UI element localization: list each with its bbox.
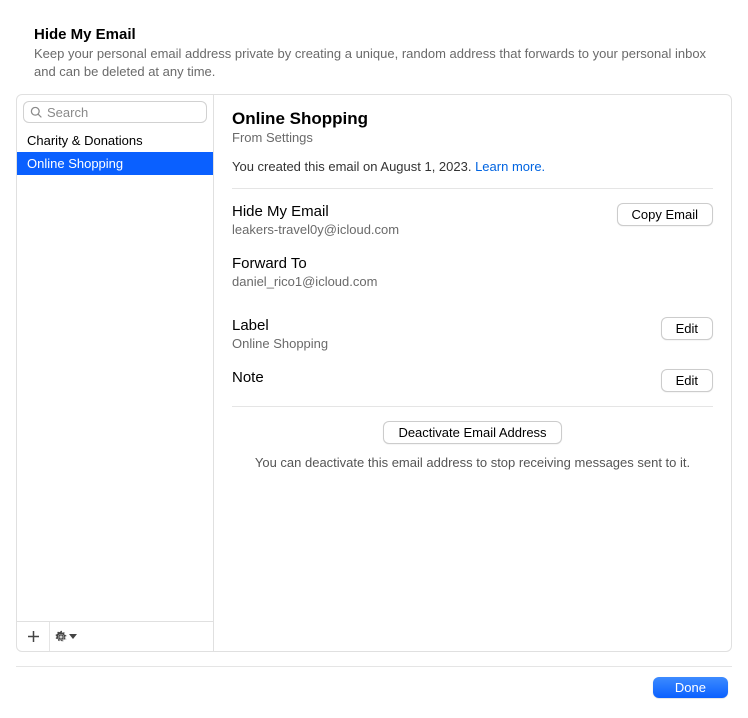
section-forward-to: Forward To daniel_rico1@icloud.com <box>232 251 713 303</box>
learn-more-link[interactable]: Learn more. <box>475 159 545 174</box>
alias-email-value: leakers-travel0y@icloud.com <box>232 222 399 237</box>
window-header: Hide My Email Keep your personal email a… <box>16 14 732 88</box>
edit-label-button[interactable]: Edit <box>661 317 713 340</box>
section-note: Note Edit <box>232 365 713 406</box>
section-info: Forward To daniel_rico1@icloud.com <box>232 255 377 289</box>
sidebar-footer <box>17 621 213 651</box>
field-label: Forward To <box>232 255 377 272</box>
list-item-charity-donations[interactable]: Charity & Donations <box>17 129 213 152</box>
window-footer: Done <box>16 666 732 702</box>
done-button[interactable]: Done <box>653 677 728 698</box>
section-hide-my-email: Hide My Email leakers-travel0y@icloud.co… <box>232 189 713 251</box>
label-value: Online Shopping <box>232 336 328 351</box>
edit-note-button[interactable]: Edit <box>661 369 713 392</box>
search-input[interactable] <box>47 105 200 120</box>
copy-email-button[interactable]: Copy Email <box>617 203 713 226</box>
field-label: Hide My Email <box>232 203 399 220</box>
add-button[interactable] <box>17 622 49 652</box>
hide-my-email-window: Hide My Email Keep your personal email a… <box>0 0 748 718</box>
search-field[interactable] <box>23 101 207 123</box>
section-label: Label Online Shopping Edit <box>232 303 713 365</box>
field-label: Note <box>232 369 264 386</box>
detail-title: Online Shopping <box>232 109 713 129</box>
gear-icon <box>54 630 68 644</box>
page-title: Hide My Email <box>34 26 714 43</box>
actions-button[interactable] <box>49 622 81 652</box>
detail-pane: Online Shopping From Settings You create… <box>214 95 731 651</box>
forward-to-value: daniel_rico1@icloud.com <box>232 274 377 289</box>
deactivate-button[interactable]: Deactivate Email Address <box>383 421 561 444</box>
section-info: Note <box>232 369 264 386</box>
search-container <box>17 95 213 129</box>
created-text: You created this email on August 1, 2023… <box>232 159 475 174</box>
section-info: Label Online Shopping <box>232 317 328 351</box>
section-info: Hide My Email leakers-travel0y@icloud.co… <box>232 203 399 237</box>
field-label: Label <box>232 317 328 334</box>
list-item-label: Charity & Donations <box>27 133 143 148</box>
search-icon <box>30 106 43 119</box>
plus-icon <box>27 630 40 643</box>
chevron-down-icon <box>69 634 77 639</box>
deactivate-section: Deactivate Email Address You can deactiv… <box>232 406 713 472</box>
address-list: Charity & Donations Online Shopping <box>17 129 213 621</box>
page-description: Keep your personal email address private… <box>34 45 714 80</box>
created-line: You created this email on August 1, 2023… <box>232 159 713 174</box>
content-pane: Charity & Donations Online Shopping Onli… <box>16 94 732 652</box>
list-item-label: Online Shopping <box>27 156 123 171</box>
deactivate-hint: You can deactivate this email address to… <box>232 454 713 472</box>
list-item-online-shopping[interactable]: Online Shopping <box>17 152 213 175</box>
sidebar: Charity & Donations Online Shopping <box>17 95 214 651</box>
detail-source: From Settings <box>232 130 713 145</box>
